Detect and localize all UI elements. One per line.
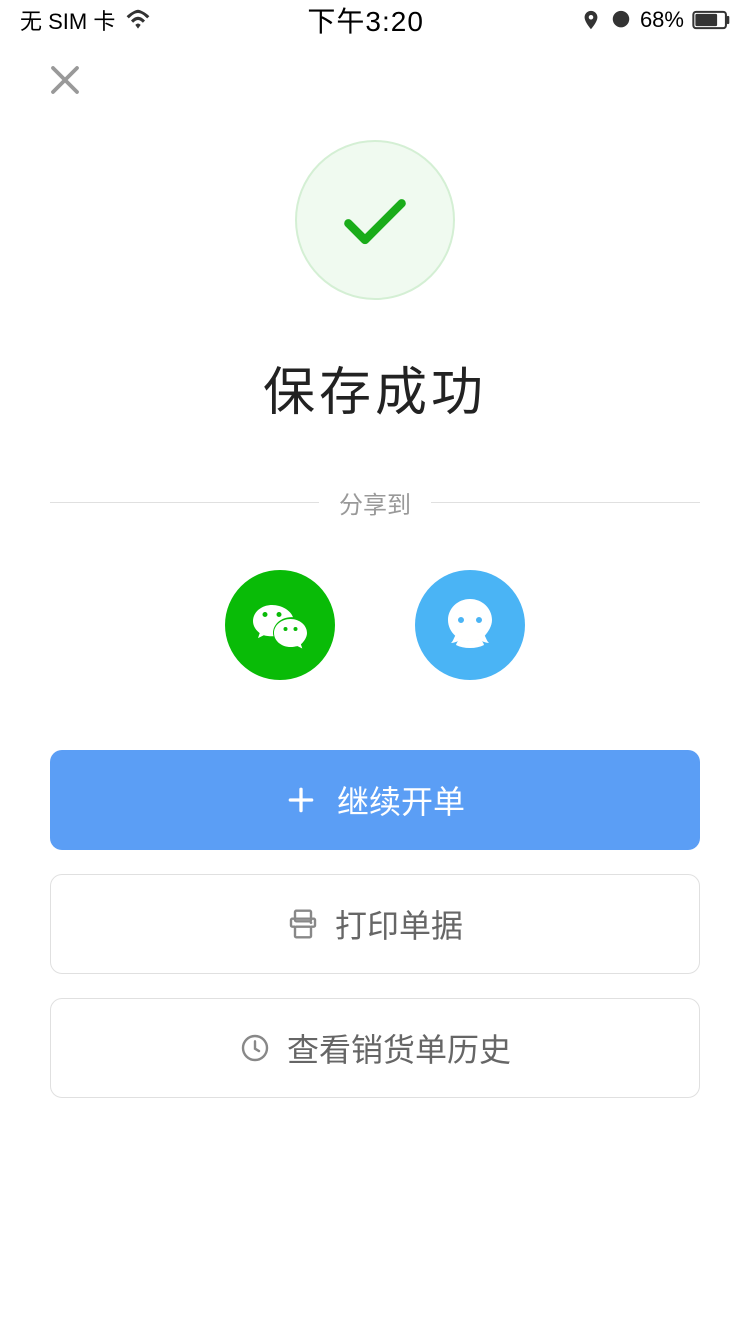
carrier-label: 无 SIM 卡 [20,4,115,36]
share-icons [50,570,700,680]
checkmark-icon [335,180,415,260]
alarm-icon [610,9,632,31]
print-label: 打印单据 [335,901,463,947]
wifi-icon [125,7,151,33]
share-wechat-button[interactable] [225,570,335,680]
status-right: 68% [580,7,730,33]
share-section: 分享到 [0,485,750,680]
share-qq-button[interactable] [415,570,525,680]
printer-icon [287,908,319,940]
clock-icon [239,1032,271,1064]
print-button[interactable]: 打印单据 [50,874,700,974]
close-icon [47,62,83,98]
battery-label: 68% [640,7,684,33]
share-label: 分享到 [319,485,431,520]
history-label: 查看销货单历史 [287,1025,511,1071]
status-left: 无 SIM 卡 [20,4,151,36]
continue-button[interactable]: 继续开单 [50,750,700,850]
close-button[interactable] [40,55,90,105]
success-title: 保存成功 [263,350,487,425]
qq-icon [438,593,502,657]
success-icon-wrapper [295,140,455,300]
main-content: 保存成功 分享到 [0,40,750,1098]
continue-label: 继续开单 [337,777,465,823]
history-button[interactable]: 查看销货单历史 [50,998,700,1098]
location-icon [580,9,602,31]
status-bar: 无 SIM 卡 下午3:20 68% [0,0,750,40]
status-time: 下午3:20 [307,0,424,40]
plus-icon [285,784,317,816]
battery-icon [692,9,730,31]
share-divider: 分享到 [50,485,700,520]
wechat-icon [248,593,312,657]
action-buttons: 继续开单 打印单据 查看销货单历史 [0,750,750,1098]
